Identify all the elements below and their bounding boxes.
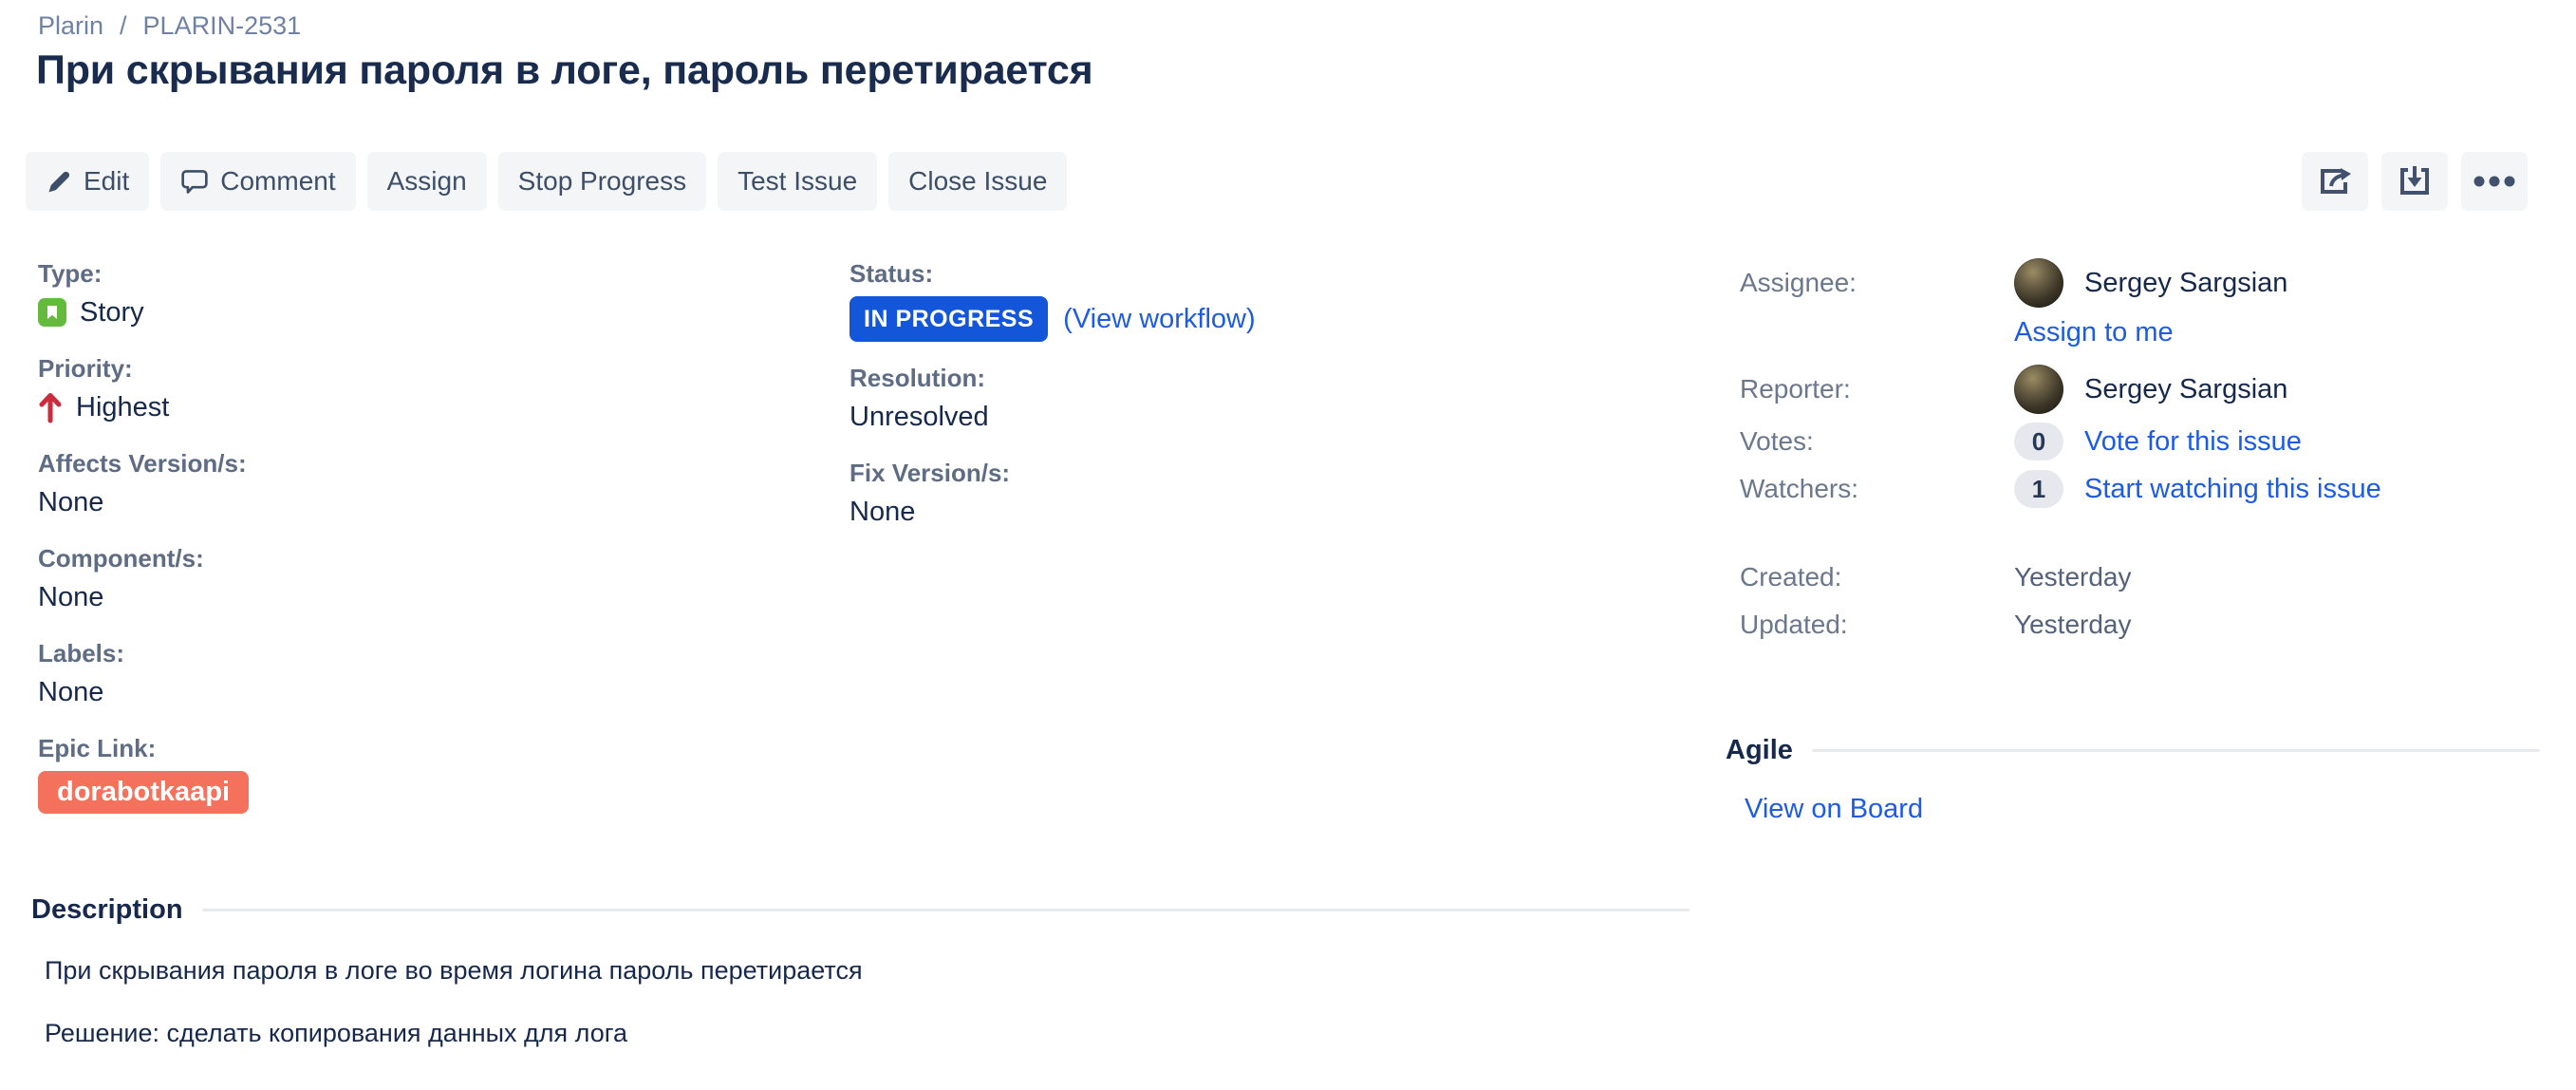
agile-divider [1811,748,2540,752]
field-fix-versions: Fix Version/s: None [849,456,1628,532]
field-labels: Labels: None [38,636,797,712]
view-on-board-link[interactable]: View on Board [1745,790,1923,828]
export-icon [2396,163,2434,199]
affects-versions-value: None [38,487,104,517]
close-issue-button[interactable]: Close Issue [888,152,1068,211]
assign-button-label: Assign [386,166,467,196]
agile-section: Agile View on Board [1726,731,2540,828]
breadcrumb-separator: / [120,11,127,40]
people-panel: Assignee: Sergey Sargsian Assign to me R… [1726,256,2540,648]
test-issue-button-label: Test Issue [737,166,858,196]
epic-link-label: Epic Link: [38,734,157,762]
watchers-label: Watchers: [1740,474,1858,503]
comment-button-label: Comment [220,166,336,196]
updated-row: Updated: Yesterday [1726,602,2540,648]
updated-label: Updated: [1740,610,1848,639]
story-icon [38,298,66,327]
assignee-avatar [2014,258,2063,308]
assign-to-me-link[interactable]: Assign to me [2014,317,2174,348]
watchers-count-badge: 1 [2014,470,2063,508]
toolbar: Edit Comment Assign Stop Progress Test I… [26,152,1068,211]
stop-progress-button[interactable]: Stop Progress [497,152,707,211]
affects-versions-label: Affects Version/s: [38,449,247,478]
field-type: Type: Story [38,256,797,332]
test-issue-button[interactable]: Test Issue [718,152,878,211]
assignee-name-link[interactable]: Sergey Sargsian [2084,268,2287,299]
stop-progress-button-label: Stop Progress [517,166,687,196]
updated-value: Yesterday [2014,610,2132,639]
resolution-value: Unresolved [849,402,989,432]
status-label: Status: [849,259,934,288]
assignee-label: Assignee: [1740,268,1857,297]
labels-value: None [38,677,104,707]
type-label: Type: [38,259,103,288]
epic-link-pill[interactable]: dorabotkaapi [38,771,250,814]
pencil-icon [46,168,72,195]
fix-versions-value: None [849,497,916,527]
description-paragraph: При скрывания пароля в логе во время лог… [45,956,863,985]
share-icon [2315,163,2355,199]
edit-button[interactable]: Edit [26,152,150,211]
close-issue-button-label: Close Issue [908,166,1048,196]
field-status: Status: IN PROGRESS (View workflow) [849,256,1628,342]
labels-label: Labels: [38,639,125,667]
details-column: Type: Story Priority: Highest Affects Ve… [38,256,797,814]
comment-bubble-icon [180,167,209,196]
description-section: Description При скрывания пароля в логе … [31,891,1689,1050]
components-value: None [38,582,104,612]
vote-for-issue-link[interactable]: Vote for this issue [2084,426,2302,458]
breadcrumb: Plarin / PLARIN-2531 [38,11,301,41]
export-button[interactable] [2381,152,2448,211]
breadcrumb-issue-key-link[interactable]: PLARIN-2531 [143,11,302,41]
comment-button[interactable]: Comment [160,152,356,211]
type-value: Story [80,297,144,328]
created-row: Created: Yesterday [1726,554,2540,600]
created-label: Created: [1740,562,1842,592]
share-button[interactable] [2302,152,2368,211]
issue-title: При скрывания пароля в логе, пароль пере… [36,47,1093,93]
toolbar-actions [2302,152,2528,211]
assign-to-me-row: Assign to me [1726,313,2540,351]
resolution-label: Resolution: [849,364,985,392]
reporter-row: Reporter: Sergey Sargsian [1726,363,2540,416]
field-priority: Priority: Highest [38,351,797,427]
votes-label: Votes: [1740,426,1814,456]
edit-button-label: Edit [84,166,130,196]
assignee-row: Assignee: Sergey Sargsian [1726,256,2540,310]
arrow-up-icon [38,391,63,423]
start-watching-link[interactable]: Start watching this issue [2084,474,2381,505]
status-badge: IN PROGRESS [849,296,1049,342]
more-actions-button[interactable] [2461,152,2528,211]
assign-button[interactable]: Assign [366,152,487,211]
field-components: Component/s: None [38,541,797,617]
description-section-title: Description [31,893,183,925]
field-resolution: Resolution: Unresolved [849,361,1628,437]
more-actions-icon [2473,176,2515,187]
issue-page: Plarin / PLARIN-2531 При скрывания парол… [0,0,2576,1090]
components-label: Component/s: [38,544,204,573]
priority-value: Highest [76,392,170,423]
reporter-avatar [2014,365,2063,414]
field-epic-link: Epic Link: dorabotkaapi [38,731,797,814]
fix-versions-label: Fix Version/s: [849,459,1011,487]
votes-count-badge: 0 [2014,423,2063,460]
created-value: Yesterday [2014,562,2132,592]
status-column: Status: IN PROGRESS (View workflow) Reso… [849,256,1628,532]
priority-label: Priority: [38,354,133,383]
field-affects-versions: Affects Version/s: None [38,446,797,522]
view-workflow-link[interactable]: (View workflow) [1063,304,1256,335]
reporter-label: Reporter: [1740,374,1851,404]
breadcrumb-project-link[interactable]: Plarin [38,11,103,41]
reporter-name-link[interactable]: Sergey Sargsian [2084,374,2287,405]
agile-section-title: Agile [1726,734,1793,765]
votes-row: Votes: 0 Vote for this issue [1726,418,2540,465]
description-paragraph: Решение: сделать копирования данных для … [45,1019,628,1047]
description-divider [201,908,1689,911]
watchers-row: Watchers: 1 Start watching this issue [1726,465,2540,513]
